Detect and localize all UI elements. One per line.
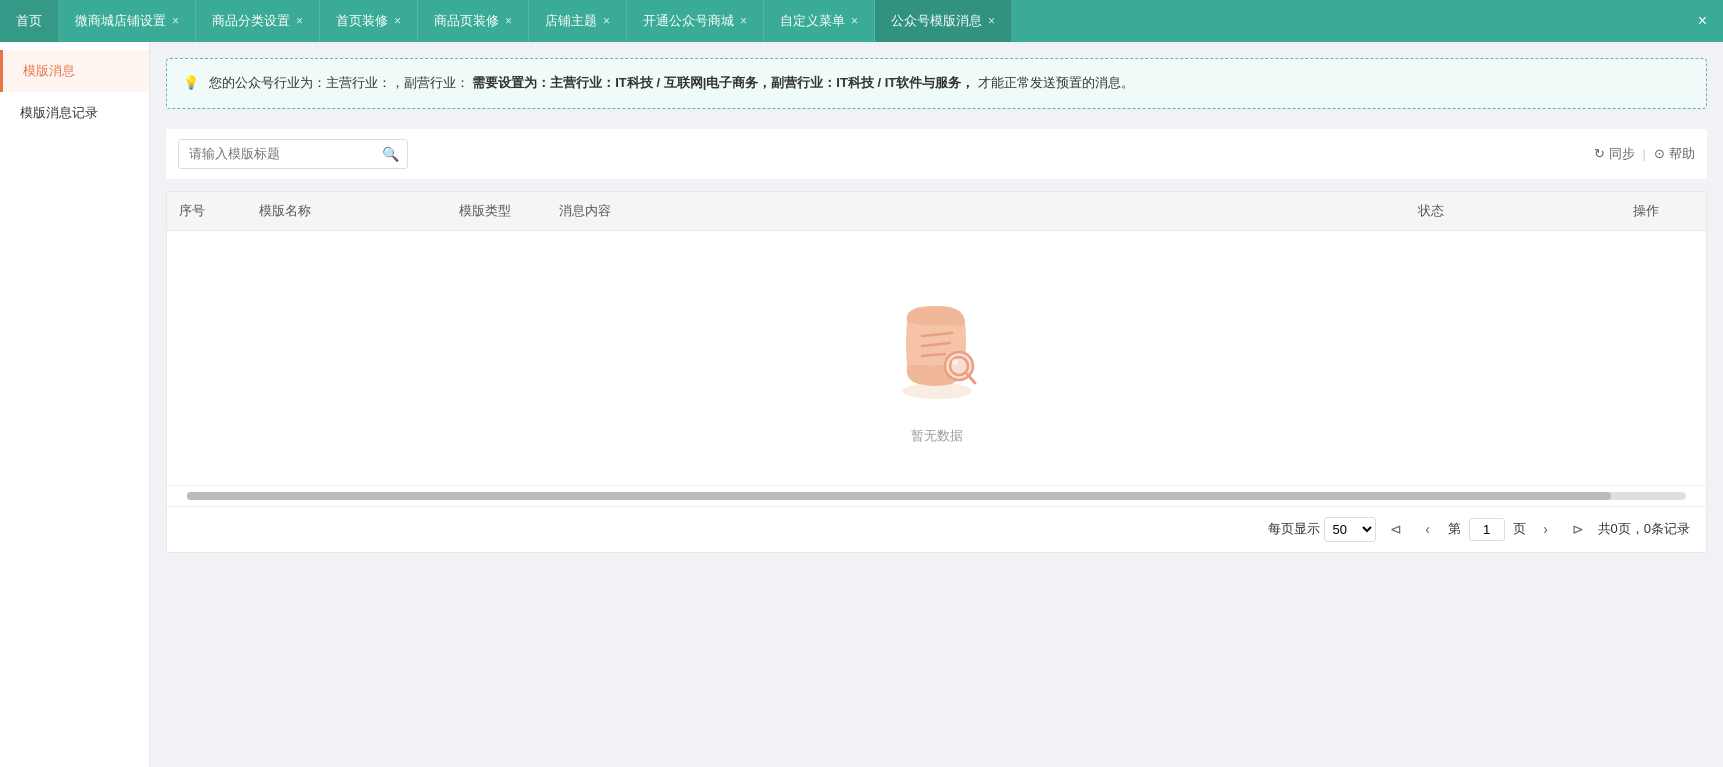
table-header: 序号 模版名称 模版类型 消息内容 状态 操作 <box>167 192 1706 231</box>
empty-state-icon <box>877 291 997 411</box>
tab-template-message[interactable]: 公众号模版消息 × <box>875 0 1012 42</box>
sidebar: 模版消息 模版消息记录 <box>0 42 150 767</box>
tab-category-settings[interactable]: 商品分类设置 × <box>196 0 320 42</box>
divider: | <box>1643 146 1646 161</box>
data-table: 序号 模版名称 模版类型 消息内容 状态 操作 <box>166 191 1707 553</box>
tab-custom-menu[interactable]: 自定义菜单 × <box>764 0 875 42</box>
col-header-type: 模版类型 <box>447 192 547 230</box>
page-first-button[interactable]: ⊲ <box>1384 517 1408 541</box>
col-header-action: 操作 <box>1586 192 1706 230</box>
col-header-status: 状态 <box>1406 192 1586 230</box>
page-number-input[interactable] <box>1469 518 1505 541</box>
top-nav: 首页 微商城店铺设置 × 商品分类设置 × 首页装修 × 商品页装修 × 店铺主… <box>0 0 1723 42</box>
main-layout: 模版消息 模版消息记录 💡 您的公众号行业为：主营行业：，副营行业： 需要设置为… <box>0 42 1723 767</box>
page-last-button[interactable]: ⊳ <box>1566 517 1590 541</box>
page-size-area: 每页显示 50 20 100 <box>1268 517 1376 542</box>
tab-home[interactable]: 首页 <box>0 0 59 42</box>
global-close-button[interactable]: × <box>1682 12 1723 30</box>
help-icon: ⊙ <box>1654 146 1665 161</box>
tab-shop-settings[interactable]: 微商城店铺设置 × <box>59 0 196 42</box>
close-tab-shop-settings[interactable]: × <box>172 14 179 28</box>
notice-text1: 您的公众号行业为：主营行业：，副营行业： <box>209 75 469 90</box>
total-info: 共0页，0条记录 <box>1598 520 1690 538</box>
tab-homepage-decor[interactable]: 首页装修 × <box>320 0 418 42</box>
sync-button[interactable]: ↻ 同步 <box>1594 145 1635 163</box>
page-size-select[interactable]: 50 20 100 <box>1324 517 1376 542</box>
page-label1: 第 <box>1448 520 1461 538</box>
help-button[interactable]: ⊙ 帮助 <box>1654 145 1695 163</box>
close-tab-theme[interactable]: × <box>603 14 610 28</box>
empty-text: 暂无数据 <box>911 427 963 445</box>
search-button[interactable]: 🔍 <box>374 140 407 168</box>
content-area: 💡 您的公众号行业为：主营行业：，副营行业： 需要设置为：主营行业：IT科技 /… <box>150 42 1723 767</box>
empty-state: 暂无数据 <box>167 231 1706 485</box>
notice-highlight: 需要设置为：主营行业：IT科技 / 互联网|电子商务，副营行业：IT科技 / I… <box>472 75 974 90</box>
search-left: 🔍 <box>178 139 408 169</box>
sidebar-item-template-record[interactable]: 模版消息记录 <box>0 92 149 134</box>
close-tab-homepage[interactable]: × <box>394 14 401 28</box>
search-right: ↻ 同步 | ⊙ 帮助 <box>1594 145 1695 163</box>
page-label2: 页 <box>1513 520 1526 538</box>
close-tab-product[interactable]: × <box>505 14 512 28</box>
svg-point-7 <box>952 359 958 365</box>
col-header-content: 消息内容 <box>547 192 1406 230</box>
search-input-wrap: 🔍 <box>178 139 408 169</box>
search-input[interactable] <box>179 140 374 167</box>
sync-icon: ↻ <box>1594 146 1605 161</box>
notice-box: 💡 您的公众号行业为：主营行业：，副营行业： 需要设置为：主营行业：IT科技 /… <box>166 58 1707 109</box>
scroll-track[interactable] <box>187 492 1686 500</box>
close-tab-template[interactable]: × <box>988 14 995 28</box>
col-header-name: 模版名称 <box>247 192 447 230</box>
tab-product-decor[interactable]: 商品页装修 × <box>418 0 529 42</box>
close-tab-category[interactable]: × <box>296 14 303 28</box>
scroll-thumb[interactable] <box>187 492 1611 500</box>
tab-shop-theme[interactable]: 店铺主题 × <box>529 0 627 42</box>
close-tab-mall[interactable]: × <box>740 14 747 28</box>
pagination: 每页显示 50 20 100 ⊲ ‹ 第 页 › ⊳ 共0页，0条记录 <box>167 506 1706 552</box>
col-header-seq: 序号 <box>167 192 247 230</box>
sidebar-item-template-message[interactable]: 模版消息 <box>0 50 149 92</box>
page-next-button[interactable]: › <box>1534 517 1558 541</box>
close-tab-menu[interactable]: × <box>851 14 858 28</box>
scroll-bar-area <box>167 485 1706 506</box>
sync-label: 同步 <box>1609 145 1635 163</box>
tab-open-mall[interactable]: 开通公众号商城 × <box>627 0 764 42</box>
search-bar: 🔍 ↻ 同步 | ⊙ 帮助 <box>166 129 1707 179</box>
page-size-label: 每页显示 <box>1268 520 1320 538</box>
notice-icon: 💡 <box>183 75 199 90</box>
notice-text2: 才能正常发送预置的消息。 <box>978 75 1134 90</box>
help-label: 帮助 <box>1669 145 1695 163</box>
page-prev-button[interactable]: ‹ <box>1416 517 1440 541</box>
